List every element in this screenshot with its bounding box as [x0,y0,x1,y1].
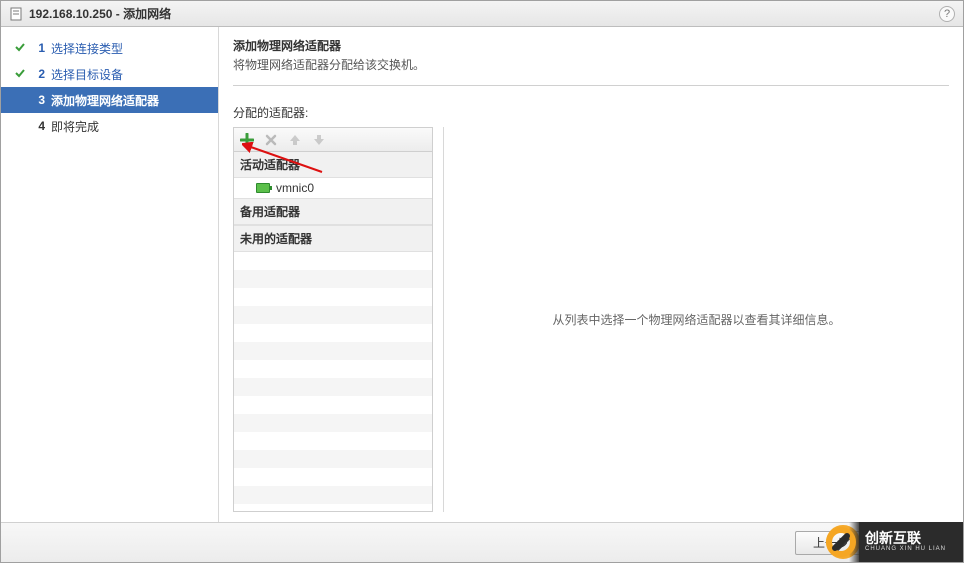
step-label: 添加物理网络适配器 [51,92,159,109]
step-1[interactable]: 1 选择连接类型 [1,35,218,61]
remove-adapter-button[interactable] [262,131,280,149]
group-standby-adapters: 备用适配器 [234,198,432,225]
wizard-content: 添加物理网络适配器 将物理网络适配器分配给该交换机。 分配的适配器: [219,27,963,522]
step-4[interactable]: 4 即将完成 [1,113,218,139]
adapters-listbox[interactable]: 活动适配器 vmnic0 备用适配器 未用的适配器 [233,151,433,512]
step-number: 2 [33,67,45,81]
adapter-detail-panel: 从列表中选择一个物理网络适配器以查看其详细信息。 [443,127,949,512]
assigned-adapters-label: 分配的适配器: [233,104,949,121]
check-icon [13,41,27,56]
group-active-adapters: 活动适配器 [234,152,432,178]
adapters-two-column: 活动适配器 vmnic0 备用适配器 未用的适配器 从列表中 [233,127,949,512]
titlebar: 192.168.10.250 - 添加网络 ? [1,1,963,27]
step-number: 4 [33,119,45,133]
host-icon [9,7,23,21]
wizard-steps-sidebar: 1 选择连接类型 2 选择目标设备 3 添加物理网络适配器 4 即将完成 [1,27,219,522]
adapters-toolbar [233,127,433,151]
step-label: 选择连接类型 [51,40,123,57]
next-button[interactable]: 下一步 [877,531,949,555]
window-title: 192.168.10.250 - 添加网络 [29,5,171,22]
add-icon [240,133,254,147]
move-down-button[interactable] [310,131,328,149]
wizard-window: 192.168.10.250 - 添加网络 ? 1 选择连接类型 2 选择目标设… [0,0,964,563]
page-subheading: 将物理网络适配器分配给该交换机。 [233,56,949,73]
move-up-button[interactable] [286,131,304,149]
nic-icon [256,183,270,193]
arrow-up-icon [288,133,302,147]
step-number: 1 [33,41,45,55]
step-2[interactable]: 2 选择目标设备 [1,61,218,87]
check-icon [13,67,27,82]
adapter-item[interactable]: vmnic0 [234,178,432,198]
arrow-down-icon [312,133,326,147]
group-unused-adapters: 未用的适配器 [234,225,432,252]
page-heading: 添加物理网络适配器 [233,37,949,54]
help-button[interactable]: ? [939,6,955,22]
remove-icon [264,133,278,147]
step-number: 3 [33,93,45,107]
step-3[interactable]: 3 添加物理网络适配器 [1,87,218,113]
add-adapter-button[interactable] [238,131,256,149]
step-label: 即将完成 [51,118,99,135]
divider [233,85,949,86]
wizard-body: 1 选择连接类型 2 选择目标设备 3 添加物理网络适配器 4 即将完成 添加物… [1,27,963,522]
step-label: 选择目标设备 [51,66,123,83]
adapter-name: vmnic0 [276,181,314,195]
detail-placeholder: 从列表中选择一个物理网络适配器以查看其详细信息。 [552,311,840,328]
adapters-list-column: 活动适配器 vmnic0 备用适配器 未用的适配器 [233,127,433,512]
back-button[interactable]: 上一步 [795,531,867,555]
wizard-footer: 上一步 下一步 [1,522,963,562]
